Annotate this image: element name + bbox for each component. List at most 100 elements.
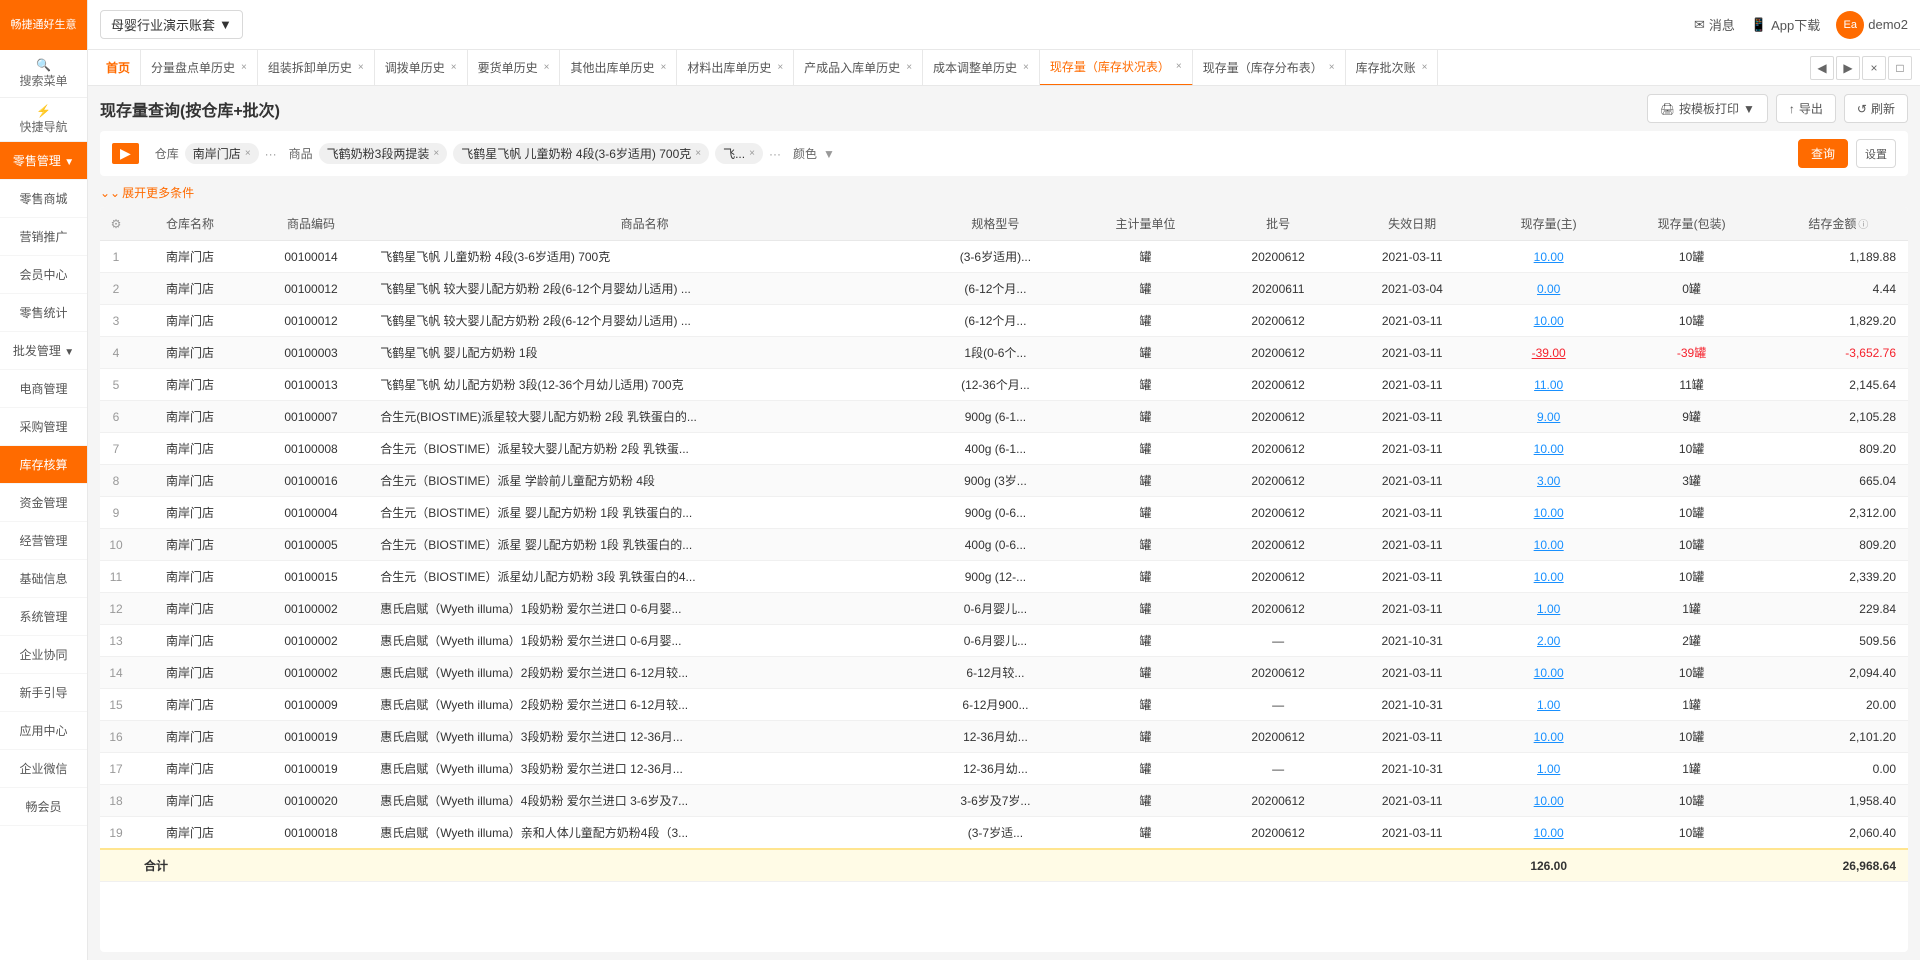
cell-num: 7 [100, 433, 132, 465]
tab-prev-btn[interactable]: ◀ [1810, 56, 1834, 80]
warehouse-tag[interactable]: 南岸门店 × [185, 143, 259, 164]
close-icon[interactable]: × [1023, 62, 1029, 73]
cell-qty-main[interactable]: 10.00 [1483, 785, 1614, 817]
sidebar-item-retail-stats[interactable]: 零售统计 [0, 294, 87, 332]
account-dropdown[interactable]: 母婴行业演示账套 ▼ [100, 10, 243, 39]
tab-stock-status[interactable]: 现存量（库存状况表） × [1040, 50, 1193, 86]
sidebar-item-quick-nav[interactable]: ⚡ 快捷导航 [0, 98, 87, 142]
tab-stock-count[interactable]: 分量盘点单历史 × [141, 50, 258, 86]
more-dots[interactable]: ··· [769, 147, 781, 161]
tab-batch-ledger[interactable]: 库存批次账 × [1346, 50, 1439, 86]
cell-code: 00100013 [248, 369, 374, 401]
cell-qty-main[interactable]: 3.00 [1483, 465, 1614, 497]
filter-expand-btn[interactable]: ▶ [112, 143, 139, 164]
refresh-btn[interactable]: ↺ 刷新 [1844, 94, 1908, 123]
cell-unit: 罐 [1076, 497, 1215, 529]
sidebar-item-collab[interactable]: 企业协同 [0, 636, 87, 674]
settings-btn[interactable]: 设置 [1856, 139, 1896, 168]
cell-qty-main[interactable]: 9.00 [1483, 401, 1614, 433]
cell-unit: 罐 [1076, 689, 1215, 721]
sidebar-item-retail-shop[interactable]: 零售商城 [0, 180, 87, 218]
sidebar-item-ecommerce[interactable]: 电商管理 [0, 370, 87, 408]
app-download-btn[interactable]: 📱 App下载 [1751, 15, 1820, 34]
cell-qty-main[interactable]: 2.00 [1483, 625, 1614, 657]
th-settings[interactable]: ⚙ [100, 207, 132, 241]
cell-num: 12 [100, 593, 132, 625]
cell-qty-main[interactable]: 11.00 [1483, 369, 1614, 401]
sidebar-item-member[interactable]: 畅会员 [0, 788, 87, 826]
cell-amount: 2,145.64 [1769, 369, 1908, 401]
sidebar-item-operations[interactable]: 经营管理 [0, 522, 87, 560]
sidebar-item-marketing[interactable]: 营销推广 [0, 218, 87, 256]
sidebar-item-newbie[interactable]: 新手引导 [0, 674, 87, 712]
sidebar-item-system[interactable]: 系统管理 [0, 598, 87, 636]
sidebar-item-members[interactable]: 会员中心 [0, 256, 87, 294]
product-tag-1[interactable]: 飞鹤奶粉3段两提装 × [319, 143, 448, 164]
sidebar-item-wholesale[interactable]: 批发管理 ▼ [0, 332, 87, 370]
close-icon[interactable]: × [358, 62, 364, 73]
close-icon[interactable]: × [245, 148, 251, 159]
sidebar-item-app-center[interactable]: 应用中心 [0, 712, 87, 750]
expand-conditions-btn[interactable]: ⌄⌄ 展开更多条件 [100, 184, 1908, 201]
sidebar-item-finance[interactable]: 资金管理 [0, 484, 87, 522]
cell-qty-main[interactable]: 10.00 [1483, 657, 1614, 689]
print-btn[interactable]: 🖨 按模板打印 ▼ [1647, 94, 1768, 123]
cell-warehouse: 南岸门店 [132, 529, 248, 561]
cell-qty-main[interactable]: 10.00 [1483, 241, 1614, 273]
close-icon[interactable]: × [1329, 62, 1335, 73]
cell-qty-main[interactable]: 10.00 [1483, 817, 1614, 850]
tab-home[interactable]: 首页 [96, 50, 141, 86]
cell-qty-main[interactable]: 10.00 [1483, 561, 1614, 593]
close-icon[interactable]: × [749, 148, 755, 159]
close-icon[interactable]: × [1176, 61, 1182, 72]
user-menu[interactable]: Ea demo2 [1836, 11, 1908, 39]
query-btn[interactable]: 查询 [1798, 139, 1848, 168]
tab-other-out[interactable]: 其他出库单历史 × [560, 50, 677, 86]
tab-requisition[interactable]: 要货单历史 × [468, 50, 561, 86]
cell-qty-main[interactable]: 1.00 [1483, 593, 1614, 625]
cell-qty-main[interactable]: 1.00 [1483, 689, 1614, 721]
color-dropdown-arrow[interactable]: ▼ [823, 147, 835, 161]
close-icon[interactable]: × [777, 62, 783, 73]
cell-qty-main[interactable]: 10.00 [1483, 529, 1614, 561]
tab-cost-adjust[interactable]: 成本调整单历史 × [923, 50, 1040, 86]
message-btn[interactable]: ✉ 消息 [1694, 15, 1735, 34]
cell-qty-main[interactable]: 10.00 [1483, 433, 1614, 465]
close-icon[interactable]: × [451, 62, 457, 73]
chevron-icon: ▼ [64, 157, 74, 168]
th-label: 商品名称 [621, 217, 669, 231]
tab-assemble[interactable]: 组装拆卸单历史 × [258, 50, 375, 86]
close-icon[interactable]: × [433, 148, 439, 159]
cell-qty-main[interactable]: 10.00 [1483, 721, 1614, 753]
cell-qty-main[interactable]: 0.00 [1483, 273, 1614, 305]
sidebar-item-retail-mgmt[interactable]: 零售管理 ▼ [0, 142, 87, 180]
tab-maximize-btn[interactable]: □ [1888, 56, 1912, 80]
product-tag-2[interactable]: 飞鹤星飞帆 儿童奶粉 4段(3-6岁适用) 700克 × [453, 143, 709, 164]
tab-transfer[interactable]: 调拨单历史 × [375, 50, 468, 86]
more-dots[interactable]: ··· [265, 147, 277, 161]
cell-qty-main[interactable]: 10.00 [1483, 497, 1614, 529]
close-icon[interactable]: × [906, 62, 912, 73]
tab-stock-dist[interactable]: 现存量（库存分布表） × [1193, 50, 1346, 86]
sidebar-item-inventory[interactable]: 库存核算 [0, 446, 87, 484]
settings-icon[interactable]: ⚙ [111, 217, 122, 231]
cell-qty-main[interactable]: 1.00 [1483, 753, 1614, 785]
close-icon[interactable]: × [544, 62, 550, 73]
tab-material-out[interactable]: 材料出库单历史 × [677, 50, 794, 86]
tab-close-btn[interactable]: × [1862, 56, 1886, 80]
cell-qty-main[interactable]: -39.00 [1483, 337, 1614, 369]
close-icon[interactable]: × [241, 62, 247, 73]
export-btn[interactable]: ↑ 导出 [1776, 94, 1836, 123]
sidebar-item-wechat[interactable]: 企业微信 [0, 750, 87, 788]
tab-product-in[interactable]: 产成品入库单历史 × [794, 50, 923, 86]
cell-qty-main[interactable]: 10.00 [1483, 305, 1614, 337]
close-icon[interactable]: × [695, 148, 701, 159]
close-icon[interactable]: × [660, 62, 666, 73]
product-tag-3[interactable]: 飞... × [715, 143, 763, 164]
expand-arrow[interactable]: ▶ [112, 143, 139, 164]
tab-next-btn[interactable]: ▶ [1836, 56, 1860, 80]
sidebar-item-search[interactable]: 🔍 搜索菜单 [0, 50, 87, 98]
sidebar-item-basic-info[interactable]: 基础信息 [0, 560, 87, 598]
close-icon[interactable]: × [1422, 62, 1428, 73]
sidebar-item-purchase[interactable]: 采购管理 [0, 408, 87, 446]
